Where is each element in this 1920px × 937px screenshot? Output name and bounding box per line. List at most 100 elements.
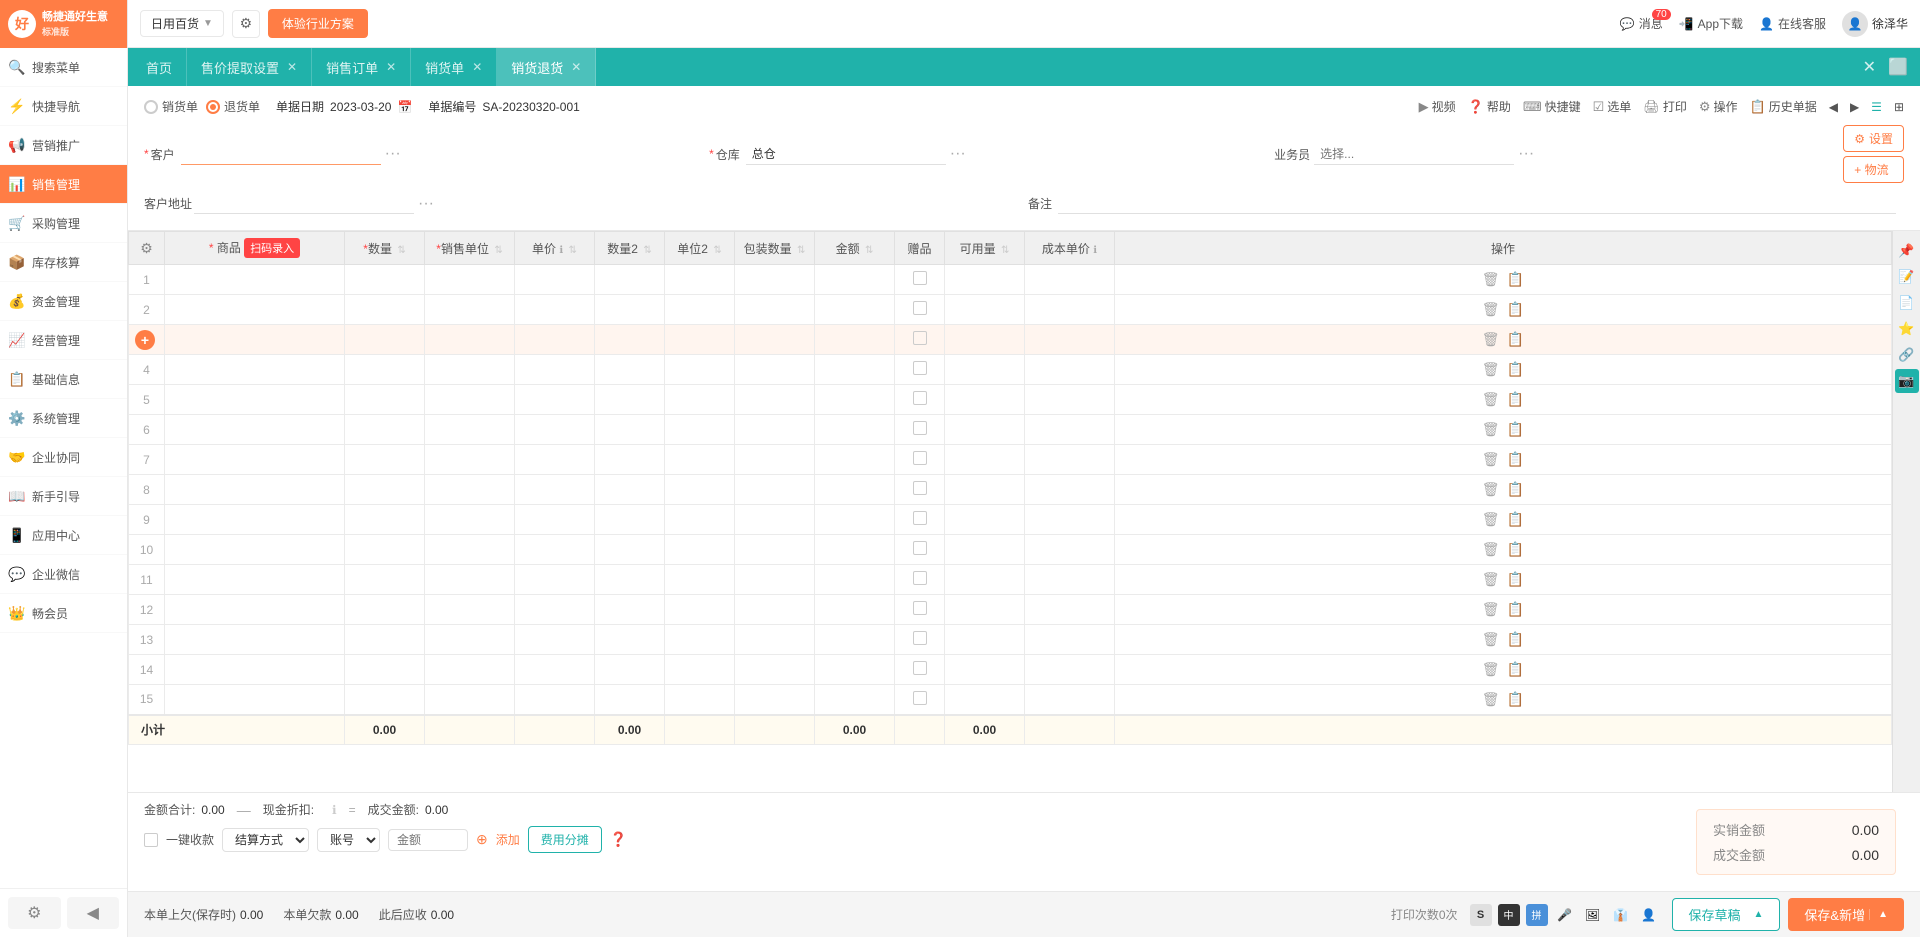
gift-cell-7[interactable] <box>895 445 945 475</box>
product-input-3[interactable] <box>171 332 338 347</box>
one-click-checkbox[interactable] <box>144 833 158 847</box>
copy-row-icon-13[interactable]: 📋 <box>1505 631 1526 647</box>
radio-return[interactable]: 退货单 <box>206 98 260 115</box>
copy-row-icon-3[interactable]: 📋 <box>1505 331 1526 347</box>
copy-row-icon-4[interactable]: 📋 <box>1505 361 1526 377</box>
cost-cell-13[interactable] <box>1025 625 1115 655</box>
trial-button[interactable]: 体验行业方案 <box>268 9 368 38</box>
gift-checkbox-10[interactable] <box>913 541 927 555</box>
panel-icon-4[interactable]: ⭐ <box>1895 317 1919 341</box>
product-cell-6[interactable] <box>165 415 345 445</box>
quantity-cell-8[interactable] <box>345 475 425 505</box>
quantity-cell-3[interactable] <box>345 325 425 355</box>
gift-cell-12[interactable] <box>895 595 945 625</box>
address-input[interactable] <box>194 193 414 214</box>
price-info-icon[interactable]: ℹ <box>559 245 563 256</box>
tab-close-icon[interactable]: ✕ <box>472 60 482 74</box>
qty2-cell-4[interactable] <box>595 355 665 385</box>
copy-row-icon-12[interactable]: 📋 <box>1505 601 1526 617</box>
save-new-chevron[interactable]: ▲ <box>1869 909 1888 920</box>
pkgqty-cell-13[interactable] <box>735 625 815 655</box>
account-select[interactable]: 账号 <box>317 828 380 852</box>
restore-tab-btn[interactable]: ⬜ <box>1884 55 1912 79</box>
unit-cell-1[interactable] <box>425 265 515 295</box>
delete-row-icon-4[interactable]: 🗑 <box>1480 361 1502 377</box>
available-cell-1[interactable] <box>945 265 1025 295</box>
unit2-cell-15[interactable] <box>665 685 735 715</box>
copy-row-icon-14[interactable]: 📋 <box>1505 661 1526 677</box>
unit-cell-12[interactable] <box>425 595 515 625</box>
cost-cell-2[interactable] <box>1025 295 1115 325</box>
pkgqty-cell-15[interactable] <box>735 685 815 715</box>
unit-cell-6[interactable] <box>425 415 515 445</box>
copy-row-icon-15[interactable]: 📋 <box>1505 691 1526 707</box>
next-doc-btn[interactable]: ▶ <box>1850 100 1859 114</box>
amount-cell-11[interactable] <box>815 565 895 595</box>
delete-row-icon-2[interactable]: 🗑 <box>1480 301 1502 317</box>
product-cell-1[interactable] <box>165 265 345 295</box>
quantity-cell-10[interactable] <box>345 535 425 565</box>
copy-row-icon-5[interactable]: 📋 <box>1505 391 1526 407</box>
delete-row-icon-6[interactable]: 🗑 <box>1480 421 1502 437</box>
unit-sort-icon[interactable]: ⇅ <box>494 245 502 256</box>
quantity-cell-15[interactable] <box>345 685 425 715</box>
price-cell-15[interactable] <box>515 685 595 715</box>
select-action[interactable]: ☑ 选单 <box>1593 98 1632 115</box>
online-service-btn[interactable]: 👤 在线客服 <box>1759 15 1826 32</box>
unit-cell-2[interactable] <box>425 295 515 325</box>
footer-icon-img[interactable]: 🖼 <box>1582 904 1604 926</box>
price-cell-1[interactable] <box>515 265 595 295</box>
quantity-cell-9[interactable] <box>345 505 425 535</box>
amount-cell-13[interactable] <box>815 625 895 655</box>
sidebar-collapse-btn[interactable]: ◀ <box>67 897 120 929</box>
gift-cell-10[interactable] <box>895 535 945 565</box>
sidebar-item-shortcut[interactable]: ⚡ 快捷导航 <box>0 87 127 126</box>
product-cell-2[interactable] <box>165 295 345 325</box>
unit2-cell-11[interactable] <box>665 565 735 595</box>
unit2-cell-1[interactable] <box>665 265 735 295</box>
unit2-cell-10[interactable] <box>665 535 735 565</box>
qty2-cell-11[interactable] <box>595 565 665 595</box>
address-more-btn[interactable]: ··· <box>414 195 438 213</box>
add-row-btn[interactable]: + <box>135 330 155 350</box>
sidebar-item-sales[interactable]: 📊 销售管理 <box>0 165 127 204</box>
qty2-cell-13[interactable] <box>595 625 665 655</box>
settle-method-select[interactable]: 结算方式 <box>222 828 309 852</box>
product-cell-7[interactable] <box>165 445 345 475</box>
gift-checkbox-15[interactable] <box>913 691 927 705</box>
footer-icon-zh[interactable]: 中 <box>1498 904 1520 926</box>
delete-row-icon-14[interactable]: 🗑 <box>1480 661 1502 677</box>
qty2-sort-icon[interactable]: ⇅ <box>643 245 651 256</box>
sidebar-item-inventory[interactable]: 📦 库存核算 <box>0 243 127 282</box>
panel-icon-6[interactable]: 📷 <box>1895 369 1919 393</box>
price-cell-4[interactable] <box>515 355 595 385</box>
unit-cell-7[interactable] <box>425 445 515 475</box>
app-download-btn[interactable]: 📲 App下载 <box>1679 15 1743 32</box>
amount-cell-15[interactable] <box>815 685 895 715</box>
price-cell-6[interactable] <box>515 415 595 445</box>
cost-cell-11[interactable] <box>1025 565 1115 595</box>
qty2-cell-7[interactable] <box>595 445 665 475</box>
amount-cell-9[interactable] <box>815 505 895 535</box>
warehouse-input[interactable] <box>746 144 946 165</box>
available-cell-6[interactable] <box>945 415 1025 445</box>
quantity-cell-13[interactable] <box>345 625 425 655</box>
salesperson-input[interactable] <box>1314 144 1514 165</box>
tab-close-icon[interactable]: ✕ <box>386 60 396 74</box>
sidebar-item-marketing[interactable]: 📢 营销推广 <box>0 126 127 165</box>
gift-checkbox-3[interactable] <box>913 331 927 345</box>
available-cell-7[interactable] <box>945 445 1025 475</box>
gift-cell-6[interactable] <box>895 415 945 445</box>
tab-销货单[interactable]: 销货单 ✕ <box>411 48 497 86</box>
copy-row-icon-10[interactable]: 📋 <box>1505 541 1526 557</box>
pkgqty-cell-2[interactable] <box>735 295 815 325</box>
panel-icon-1[interactable]: 📌 <box>1895 239 1919 263</box>
gift-cell-5[interactable] <box>895 385 945 415</box>
qty2-cell-14[interactable] <box>595 655 665 685</box>
delete-row-icon-13[interactable]: 🗑 <box>1480 631 1502 647</box>
sidebar-item-member[interactable]: 👑 畅会员 <box>0 594 127 633</box>
quantity-cell-11[interactable] <box>345 565 425 595</box>
footer-icon-pin[interactable]: 拼 <box>1526 904 1548 926</box>
price-cell-8[interactable] <box>515 475 595 505</box>
available-cell-11[interactable] <box>945 565 1025 595</box>
